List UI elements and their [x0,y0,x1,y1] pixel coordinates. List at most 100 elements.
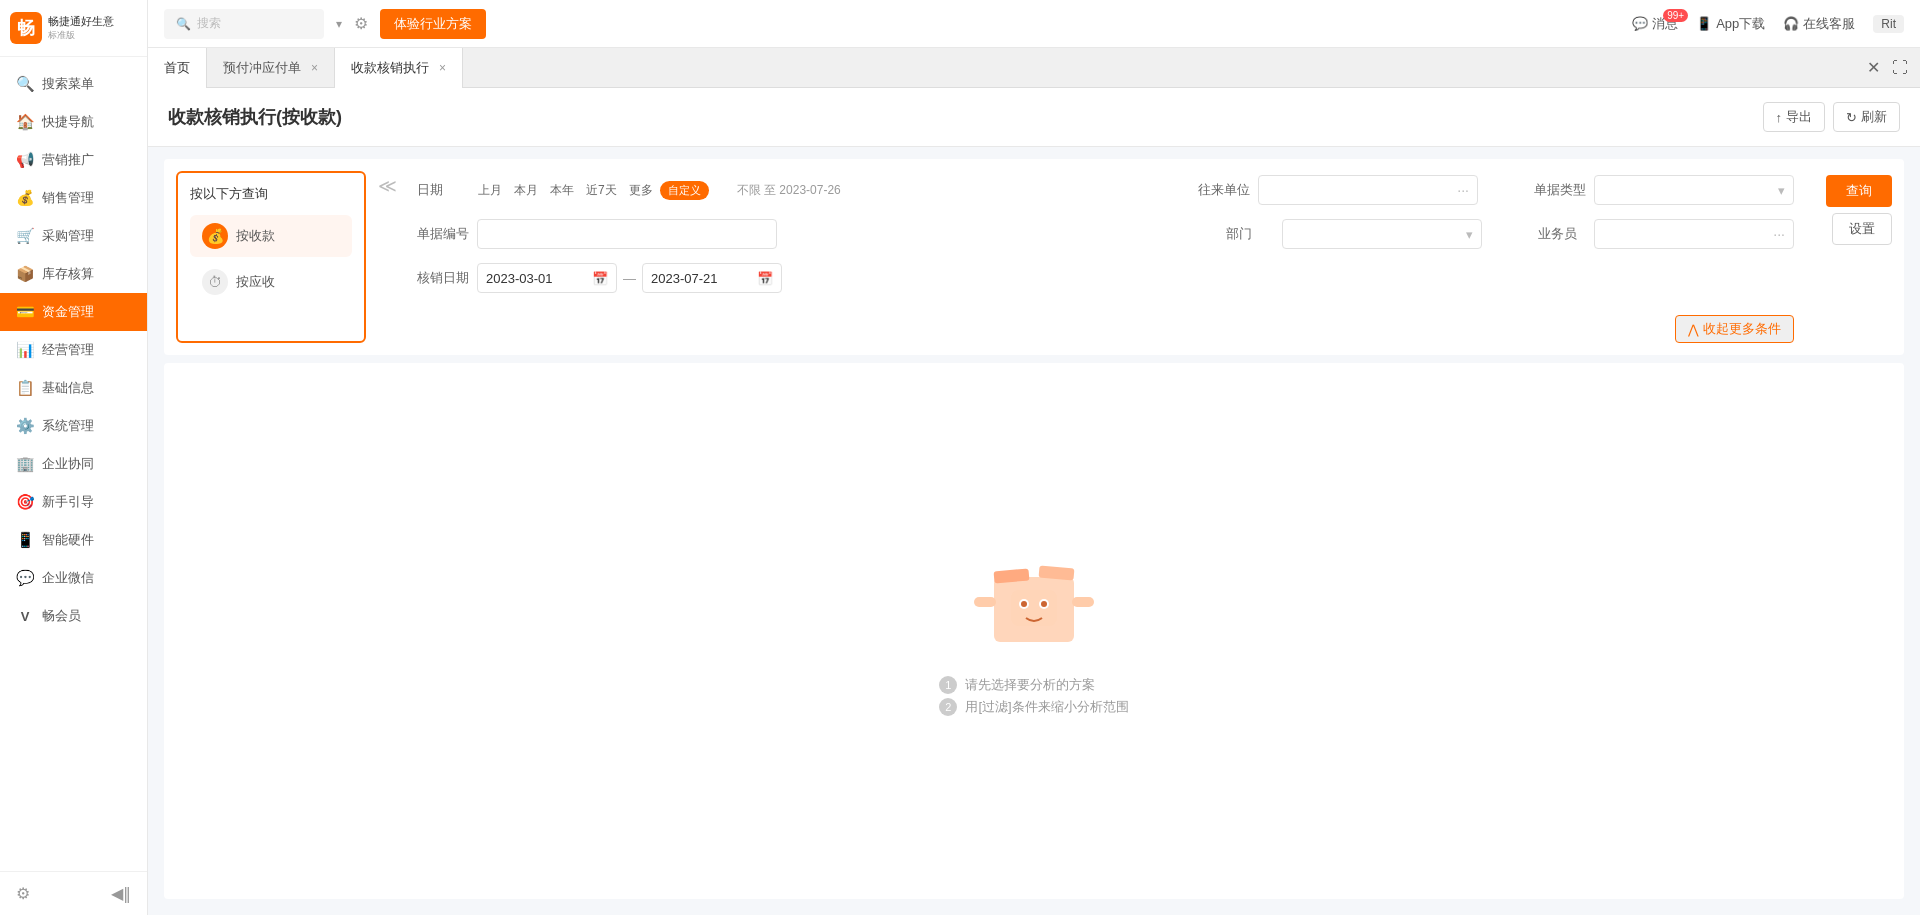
svg-rect-9 [1072,597,1094,607]
sidebar-item-label: 快捷导航 [42,113,94,131]
filter-settings-btn[interactable]: 设置 [1832,213,1892,245]
tab-home[interactable]: 首页 [148,48,207,88]
sidebar-item-purchase[interactable]: 🛒 采购管理 [0,217,147,255]
home-icon: 🏠 [16,113,34,131]
staff-dots-icon[interactable]: ··· [1773,226,1785,242]
sidebar-bottom: ⚙ ◀‖ [0,871,147,915]
sidebar-item-operation[interactable]: 📊 经营管理 [0,331,147,369]
sidebar-item-sales[interactable]: 💰 销售管理 [0,179,147,217]
topbar-chevron-icon[interactable]: ▾ [336,17,342,31]
date-tab-thismonth[interactable]: 本月 [509,180,543,201]
receivable-option-icon: ⏱ [202,269,228,295]
counterpart-dots-icon[interactable]: ··· [1457,182,1469,198]
sidebar-item-basic[interactable]: 📋 基础信息 [0,369,147,407]
tab-home-label: 首页 [164,59,190,77]
bill-no-label: 单据编号 [417,225,469,243]
dept-select[interactable]: ▾ [1282,219,1482,249]
sidebar-item-label: 库存核算 [42,265,94,283]
filter-option-receivable[interactable]: ⏱ 按应收 [190,261,352,303]
counterpart-select[interactable]: ··· [1258,175,1478,205]
counterpart-field-group: 往来单位 ··· [1198,175,1478,205]
tabbar: 首页 预付冲应付单 × 收款核销执行 × ✕ ⛶ [148,48,1920,88]
verify-end-value: 2023-07-21 [651,271,718,286]
collapse-more-btn[interactable]: ⋀ 收起更多条件 [1675,315,1794,343]
sidebar-item-label: 销售管理 [42,189,94,207]
verify-start-input[interactable]: 2023-03-01 📅 [477,263,617,293]
date-label: 日期 [417,181,465,199]
collapse-icon: ⋀ [1688,322,1699,337]
sidebar-item-wechat[interactable]: 💬 企业微信 [0,559,147,597]
date-hint-area: 不限 至 2023-07-26 [737,182,841,199]
logo-area: 畅 畅捷通好生意 标准版 [0,0,147,57]
fullscreen-btn[interactable]: ⛶ [1888,55,1912,81]
sidebar-item-marketing[interactable]: 📢 营销推广 [0,141,147,179]
tab-receipt-close[interactable]: × [439,61,446,75]
filter-panel-title: 按以下方查询 [190,185,352,203]
collapse-left-btn[interactable]: ≪ [378,159,397,355]
user-name: Rit [1881,17,1896,31]
filter-rows: 日期 上月 本月 本年 近7天 更多 自定义 不限 至 2023-0 [397,159,1814,315]
wechat-icon: 💬 [16,569,34,587]
sidebar-nav: 🔍 搜索菜单 🏠 快捷导航 📢 营销推广 💰 销售管理 🛒 采购管理 📦 库存核… [0,57,147,871]
tab-prepay[interactable]: 预付冲应付单 × [207,48,335,88]
sidebar-item-member[interactable]: V 畅会员 [0,597,147,635]
dept-field-group: 部门 ▾ [1226,219,1482,249]
user-avatar[interactable]: Rit [1873,15,1904,33]
close-tab-btn[interactable]: ✕ [1863,54,1884,81]
topbar-gear-icon[interactable]: ⚙ [354,14,368,33]
sidebar-item-enterprise[interactable]: 🏢 企业协同 [0,445,147,483]
date-dash: — [623,271,636,286]
sidebar-item-label: 系统管理 [42,417,94,435]
date-tab-custom[interactable]: 自定义 [660,181,709,200]
logo-badge: 标准版 [48,29,114,42]
page-title: 收款核销执行(按收款) [168,105,342,129]
verify-end-input[interactable]: 2023-07-21 📅 [642,263,782,293]
sidebar-item-hardware[interactable]: 📱 智能硬件 [0,521,147,559]
logo-text-area: 畅捷通好生意 标准版 [48,14,114,41]
filter-row-1: 日期 上月 本月 本年 近7天 更多 自定义 不限 至 2023-0 [417,175,1794,205]
date-tab-more[interactable]: 更多 [624,180,658,201]
tab-receipt[interactable]: 收款核销执行 × [335,48,463,88]
filter-option-receipt[interactable]: 💰 按收款 [190,215,352,257]
service-btn[interactable]: 🎧 在线客服 [1783,15,1855,33]
hint-1-num: 1 [939,676,957,694]
bill-type-chevron-icon: ▾ [1778,183,1785,198]
content-area: 收款核销执行(按收款) ↑ 导出 ↻ 刷新 按以下方查询 💰 按收款 [148,88,1920,915]
sidebar-item-finance[interactable]: 💳 资金管理 [0,293,147,331]
settings-bottom-icon[interactable]: ⚙ [16,884,30,903]
sidebar-item-system[interactable]: ⚙️ 系统管理 [0,407,147,445]
sidebar: 畅 畅捷通好生意 标准版 🔍 搜索菜单 🏠 快捷导航 📢 营销推广 💰 销售管理… [0,0,148,915]
refresh-btn[interactable]: ↻ 刷新 [1833,102,1900,132]
date-tab-lastmonth[interactable]: 上月 [473,180,507,201]
collapse-sidebar-icon[interactable]: ◀‖ [111,884,131,903]
date-tab-7days[interactable]: 近7天 [581,180,622,201]
sidebar-item-quicknav[interactable]: 🏠 快捷导航 [0,103,147,141]
dept-label: 部门 [1226,225,1274,243]
date-tabs: 上月 本月 本年 近7天 更多 自定义 [473,180,709,201]
filter-option-receipt-label: 按收款 [236,227,275,245]
query-btn[interactable]: 查询 [1826,175,1892,207]
topbar: 🔍 搜索 ▾ ⚙ 体验行业方案 💬 消息 99+ 📱 App下载 🎧 在线客服 … [148,0,1920,48]
inventory-icon: 📦 [16,265,34,283]
sidebar-item-label: 营销推广 [42,151,94,169]
staff-select[interactable]: ··· [1594,219,1794,249]
sidebar-item-inventory[interactable]: 📦 库存核算 [0,255,147,293]
header-actions: ↑ 导出 ↻ 刷新 [1763,102,1901,132]
bill-no-input[interactable] [477,219,777,249]
sidebar-item-guide[interactable]: 🎯 新手引导 [0,483,147,521]
date-tab-thisyear[interactable]: 本年 [545,180,579,201]
app-download-btn[interactable]: 📱 App下载 [1696,15,1765,33]
message-btn[interactable]: 💬 消息 99+ [1632,15,1678,33]
topbar-search[interactable]: 🔍 搜索 [164,9,324,39]
export-btn[interactable]: ↑ 导出 [1763,102,1826,132]
verify-date-range: 2023-03-01 📅 — 2023-07-21 📅 [477,263,782,293]
svg-rect-8 [974,597,996,607]
hardware-icon: 📱 [16,531,34,549]
tab-prepay-close[interactable]: × [311,61,318,75]
sidebar-item-label: 经营管理 [42,341,94,359]
staff-label: 业务员 [1538,225,1586,243]
industry-btn[interactable]: 体验行业方案 [380,9,486,39]
counterpart-label: 往来单位 [1198,181,1250,199]
sidebar-item-search[interactable]: 🔍 搜索菜单 [0,65,147,103]
bill-type-select[interactable]: ▾ [1594,175,1794,205]
